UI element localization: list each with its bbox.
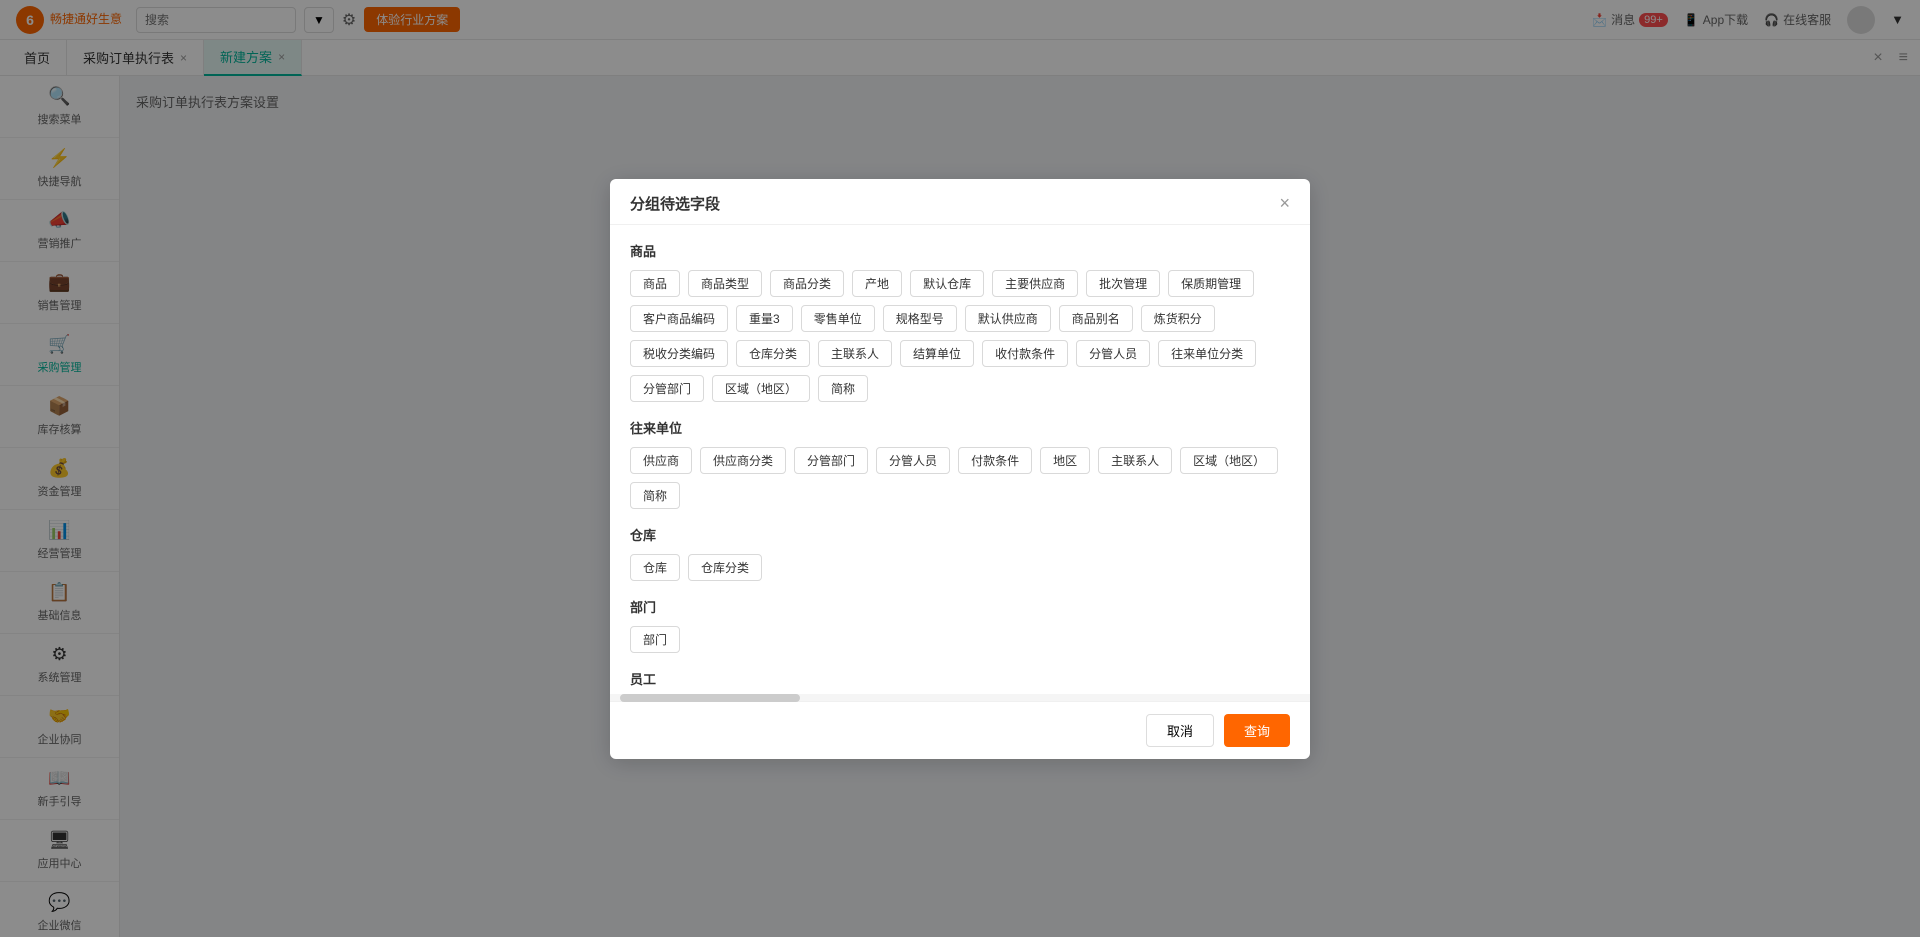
section-warehouse-title: 仓库 [630, 525, 1290, 544]
field-tag[interactable]: 收付款条件 [982, 340, 1068, 367]
field-tag[interactable]: 仓库分类 [688, 554, 762, 581]
field-tag[interactable]: 零售单位 [801, 305, 875, 332]
field-tag[interactable]: 部门 [630, 626, 680, 653]
modal-close-button[interactable]: × [1279, 193, 1290, 214]
field-tag[interactable]: 主联系人 [818, 340, 892, 367]
field-tag[interactable]: 主要供应商 [992, 270, 1078, 297]
field-tag[interactable]: 主联系人 [1098, 447, 1172, 474]
field-tag[interactable]: 分管人员 [1076, 340, 1150, 367]
field-tag[interactable]: 规格型号 [883, 305, 957, 332]
modal-header: 分组待选字段 × [610, 179, 1310, 225]
field-tag[interactable]: 供应商 [630, 447, 692, 474]
section-product-tags: 商品商品类型商品分类产地默认仓库主要供应商批次管理保质期管理客户商品编码重量3 零… [630, 270, 1290, 402]
field-tag[interactable]: 区域（地区） [1180, 447, 1278, 474]
confirm-button[interactable]: 查询 [1224, 714, 1290, 747]
field-tag[interactable]: 商品别名 [1059, 305, 1133, 332]
field-tag[interactable]: 分管人员 [876, 447, 950, 474]
section-employee-title: 员工 [630, 669, 1290, 688]
field-tag[interactable]: 供应商分类 [700, 447, 786, 474]
section-warehouse: 仓库 仓库仓库分类 [630, 525, 1290, 581]
field-tag[interactable]: 批次管理 [1086, 270, 1160, 297]
cancel-button[interactable]: 取消 [1146, 714, 1214, 747]
field-tag[interactable]: 炼货积分 [1141, 305, 1215, 332]
field-selection-modal: 分组待选字段 × 商品 商品商品类型商品分类产地默认仓库主要供应商批次管理保质期… [610, 179, 1310, 759]
modal-footer: 取消 查询 [610, 701, 1310, 759]
field-tag[interactable]: 商品分类 [770, 270, 844, 297]
field-tag[interactable]: 区域（地区） [712, 375, 810, 402]
field-tag[interactable]: 分管部门 [630, 375, 704, 402]
section-counterparty-title: 往来单位 [630, 418, 1290, 437]
field-tag[interactable]: 往来单位分类 [1158, 340, 1256, 367]
field-tag[interactable]: 客户商品编码 [630, 305, 728, 332]
modal-overlay: 分组待选字段 × 商品 商品商品类型商品分类产地默认仓库主要供应商批次管理保质期… [0, 0, 1920, 937]
section-department-tags: 部门 [630, 626, 1290, 653]
field-tag[interactable]: 默认仓库 [910, 270, 984, 297]
field-tag[interactable]: 付款条件 [958, 447, 1032, 474]
section-product-title: 商品 [630, 241, 1290, 260]
section-employee: 员工 业务员 [630, 669, 1290, 695]
section-department: 部门 部门 [630, 597, 1290, 653]
section-product: 商品 商品商品类型商品分类产地默认仓库主要供应商批次管理保质期管理客户商品编码重… [630, 241, 1290, 402]
field-tag[interactable]: 简称 [818, 375, 868, 402]
horizontal-scrollbar[interactable] [610, 694, 1310, 700]
field-tag[interactable]: 结算单位 [900, 340, 974, 367]
field-tag[interactable]: 商品类型 [688, 270, 762, 297]
field-tag[interactable]: 分管部门 [794, 447, 868, 474]
field-tag[interactable]: 保质期管理 [1168, 270, 1254, 297]
field-tag[interactable]: 简称 [630, 482, 680, 509]
modal-body: 商品 商品商品类型商品分类产地默认仓库主要供应商批次管理保质期管理客户商品编码重… [610, 225, 1310, 695]
field-tag[interactable]: 重量3 [736, 305, 793, 332]
field-tag[interactable]: 商品 [630, 270, 680, 297]
section-counterparty: 往来单位 供应商供应商分类分管部门分管人员付款条件地区主联系人区域（地区） 简称 [630, 418, 1290, 509]
field-tag[interactable]: 仓库分类 [736, 340, 810, 367]
field-tag[interactable]: 地区 [1040, 447, 1090, 474]
field-tag[interactable]: 产地 [852, 270, 902, 297]
section-department-title: 部门 [630, 597, 1290, 616]
scrollbar-thumb [620, 694, 800, 702]
modal-title: 分组待选字段 [630, 193, 720, 214]
section-warehouse-tags: 仓库仓库分类 [630, 554, 1290, 581]
field-tag[interactable]: 默认供应商 [965, 305, 1051, 332]
section-counterparty-tags: 供应商供应商分类分管部门分管人员付款条件地区主联系人区域（地区） 简称 [630, 447, 1290, 509]
field-tag[interactable]: 仓库 [630, 554, 680, 581]
field-tag[interactable]: 税收分类编码 [630, 340, 728, 367]
